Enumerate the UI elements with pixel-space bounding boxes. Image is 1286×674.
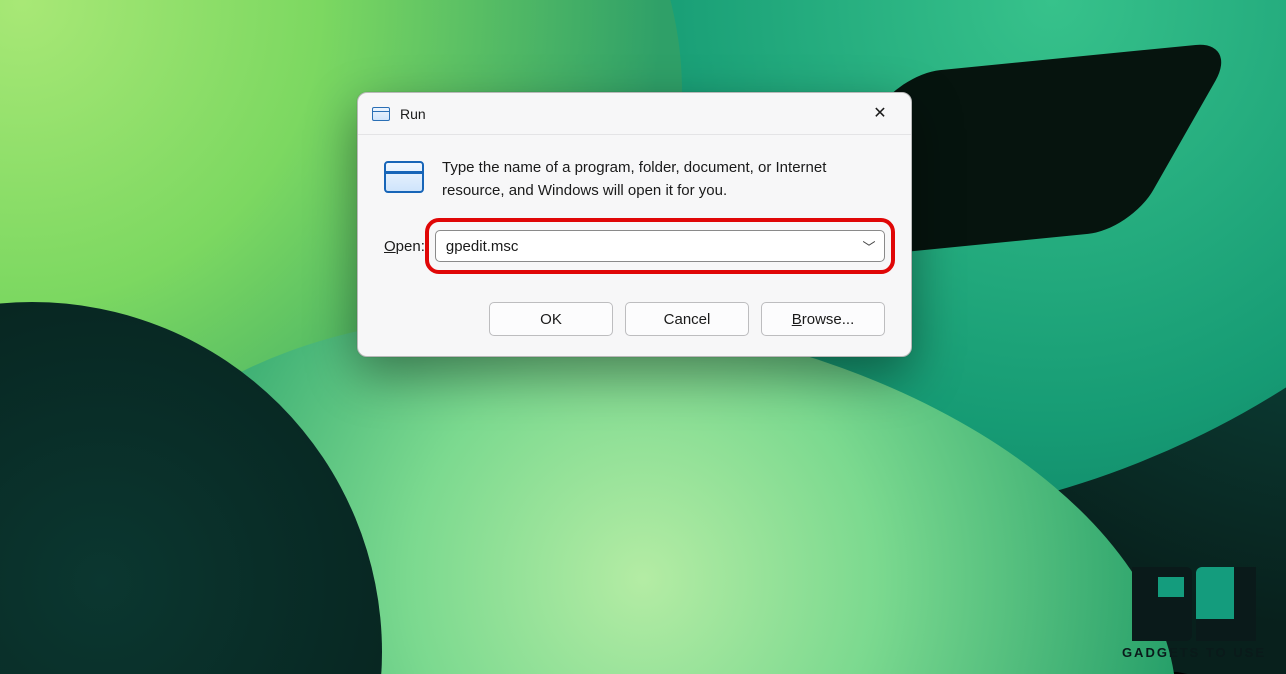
- open-row: Open: ﹀: [384, 230, 885, 262]
- run-dialog: Run ✕ Type the name of a program, folder…: [357, 92, 912, 357]
- dialog-body: Type the name of a program, folder, docu…: [358, 135, 911, 356]
- run-program-icon: [384, 161, 424, 193]
- open-combobox[interactable]: ﹀: [435, 230, 885, 262]
- dialog-description: Type the name of a program, folder, docu…: [442, 157, 862, 202]
- cancel-button[interactable]: Cancel: [625, 302, 749, 336]
- ok-button[interactable]: OK: [489, 302, 613, 336]
- watermark-logo: GADGETS TO USE: [1122, 567, 1266, 660]
- open-input[interactable]: [446, 238, 860, 255]
- close-button[interactable]: ✕: [857, 98, 903, 130]
- dialog-buttons: OK Cancel Browse...: [384, 302, 885, 336]
- desktop: Run ✕ Type the name of a program, folder…: [0, 0, 1286, 674]
- open-label: Open:: [384, 238, 425, 255]
- description-row: Type the name of a program, folder, docu…: [384, 157, 885, 202]
- open-combobox-wrap: ﹀: [435, 230, 885, 262]
- browse-button[interactable]: Browse...: [761, 302, 885, 336]
- gj-logo-icon: [1132, 567, 1256, 641]
- dialog-title: Run: [400, 106, 857, 122]
- chevron-down-icon[interactable]: ﹀: [860, 237, 878, 256]
- titlebar[interactable]: Run ✕: [358, 93, 911, 135]
- run-title-icon: [372, 107, 390, 121]
- watermark-tagline: GADGETS TO USE: [1122, 645, 1266, 660]
- close-icon: ✕: [873, 106, 886, 122]
